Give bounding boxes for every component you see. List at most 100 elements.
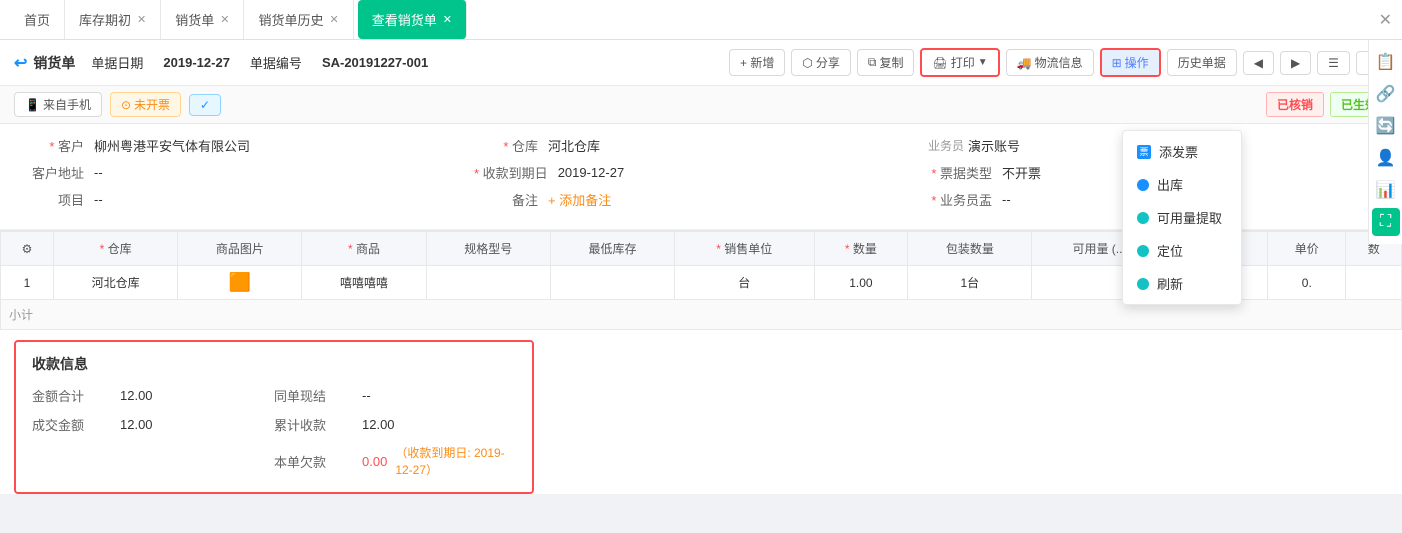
out-stock-dot xyxy=(1137,179,1149,191)
same-order-row: 同单现结 -- xyxy=(274,384,516,407)
prev-button[interactable]: ◀ xyxy=(1243,51,1274,75)
next-button[interactable]: ▶ xyxy=(1280,51,1311,75)
refresh-item[interactable]: 刷新 xyxy=(1123,267,1241,300)
locate-item[interactable]: 定位 xyxy=(1123,234,1241,267)
col-unit-price: 单价 xyxy=(1268,232,1346,266)
sidebar-icon-expand[interactable]: ⛶ xyxy=(1372,208,1400,236)
row-min-stock xyxy=(550,266,674,300)
tab-close-sales[interactable]: ✕ xyxy=(220,13,229,26)
add-button[interactable]: + 新增 xyxy=(729,49,785,76)
copy-icon: ⧉ xyxy=(868,55,877,70)
doc-number-label: 单据编号 xyxy=(250,53,302,72)
row-pack-qty: 1台 xyxy=(908,266,1032,300)
balance-label: 本单欠款 xyxy=(274,452,354,471)
operation-highlight-box: ⊞ 操作 xyxy=(1100,48,1161,77)
share-button[interactable]: ⬡ 分享 xyxy=(791,49,851,76)
locate-dot xyxy=(1137,245,1149,257)
payment-title: 收款信息 xyxy=(32,354,516,374)
sales-staff-label: 业务员盂 xyxy=(928,190,998,209)
tab-view-sales[interactable]: 查看销货单 ✕ xyxy=(358,0,467,39)
tab-inventory-init[interactable]: 库存期初 ✕ xyxy=(65,0,161,39)
customer-field: 客户 柳州粤港平安气体有限公司 xyxy=(20,136,474,155)
confirm-icon: ✓ xyxy=(200,98,210,112)
action-bar: 📱 来自手机 ⊙ 未开票 ✓ 已核销 已生效 xyxy=(0,86,1402,124)
address-field: 客户地址 -- xyxy=(20,163,474,182)
locate-label: 定位 xyxy=(1157,241,1183,260)
add-invoice-icon: 票 xyxy=(1137,145,1151,159)
print-button[interactable]: 🖨 打印 ▼ xyxy=(922,50,997,75)
history-button[interactable]: 历史单据 xyxy=(1167,49,1237,76)
due-hint: （收款到期日: 2019-12-27） xyxy=(395,444,516,478)
col-min-stock: 最低库存 xyxy=(550,232,674,266)
view-list-button[interactable]: ☰ xyxy=(1317,51,1350,75)
row-spec xyxy=(426,266,550,300)
available-qty-dot xyxy=(1137,212,1149,224)
row-warehouse: 河北仓库 xyxy=(54,266,178,300)
staff-label: 业务员 xyxy=(928,137,964,154)
doc-date-value: 2019-12-27 xyxy=(163,55,230,70)
sold-badge: 已核销 xyxy=(1266,92,1324,117)
col-product-img: 商品图片 xyxy=(178,232,302,266)
not-open-button[interactable]: ⊙ 未开票 xyxy=(110,92,181,117)
due-date-value: 2019-12-27 xyxy=(558,165,625,180)
same-order-value: -- xyxy=(362,388,371,403)
tab-bar: 首页 库存期初 ✕ 销货单 ✕ 销货单历史 ✕ 查看销货单 ✕ ✕ xyxy=(0,0,1402,40)
total-amount-row: 金额合计 12.00 xyxy=(32,384,274,407)
refresh-label: 刷新 xyxy=(1157,274,1183,293)
sidebar-icon-2[interactable]: 🔗 xyxy=(1372,80,1400,108)
sidebar-icon-3[interactable]: 🔄 xyxy=(1372,112,1400,140)
project-value: -- xyxy=(94,192,103,207)
due-date-label: 收款到期日 xyxy=(474,163,554,182)
due-date-field: 收款到期日 2019-12-27 xyxy=(474,163,928,182)
tab-close-history[interactable]: ✕ xyxy=(330,13,339,26)
col-quantity: 数量 xyxy=(814,232,908,266)
right-sidebar: 📋 🔗 🔄 👤 📊 ⛶ xyxy=(1368,40,1402,244)
copy-button[interactable]: ⧉ 复制 xyxy=(857,49,915,76)
available-qty-item[interactable]: 可用量提取 xyxy=(1123,201,1241,234)
row-unit-price: 0. xyxy=(1268,266,1346,300)
payment-section: 收款信息 金额合计 12.00 同单现结 -- 成交金额 12.00 累计收款 … xyxy=(14,340,534,494)
col-spec: 规格型号 xyxy=(426,232,550,266)
balance-row: 本单欠款 0.00 （收款到期日: 2019-12-27） xyxy=(274,442,516,480)
doc-actions: + 新增 ⬡ 分享 ⧉ 复制 🖨 打印 ▼ 🚚 物流信息 xyxy=(729,48,1388,77)
from-mobile-button[interactable]: 📱 来自手机 xyxy=(14,92,102,117)
address-label: 客户地址 xyxy=(20,163,90,182)
operation-button[interactable]: ⊞ 操作 xyxy=(1102,50,1159,75)
deal-amount-label: 成交金额 xyxy=(32,415,112,434)
deal-amount-value: 12.00 xyxy=(120,417,153,432)
customer-label: 客户 xyxy=(20,136,90,155)
tab-sales-history[interactable]: 销货单历史 ✕ xyxy=(244,0,353,39)
col-warehouse: 仓库 xyxy=(54,232,178,266)
sidebar-icon-4[interactable]: 👤 xyxy=(1372,144,1400,172)
row-product: 嘻嘻嘻嘻 xyxy=(302,266,426,300)
tab-close-inventory[interactable]: ✕ xyxy=(137,13,146,26)
deal-amount-row: 成交金额 12.00 xyxy=(32,413,274,436)
tab-close-view[interactable]: ✕ xyxy=(443,13,452,26)
ticket-type-value: 不开票 xyxy=(1002,163,1041,182)
row-num: 1 xyxy=(1,266,54,300)
mobile-icon: 📱 xyxy=(25,98,40,112)
add-note-btn[interactable]: + 添加备注 xyxy=(548,190,611,209)
logistics-icon: 🚚 xyxy=(1017,56,1032,70)
cumulative-row: 累计收款 12.00 xyxy=(274,413,516,436)
confirm-icon-area[interactable]: ✓ xyxy=(189,94,221,116)
doc-header: ↩ 销货单 单据日期 2019-12-27 单据编号 SA-20191227-0… xyxy=(0,40,1402,86)
tab-bar-close[interactable]: ✕ xyxy=(1379,10,1392,30)
print-icon: 🖨 xyxy=(932,56,947,70)
project-field: 项目 -- xyxy=(20,190,474,209)
project-label: 项目 xyxy=(20,190,90,209)
total-value: 12.00 xyxy=(120,388,153,403)
balance-value: 0.00 xyxy=(362,454,387,469)
add-invoice-item[interactable]: 票 添发票 xyxy=(1123,135,1241,168)
sidebar-icon-1[interactable]: 📋 xyxy=(1372,48,1400,76)
doc-meta: 单据日期 2019-12-27 单据编号 SA-20191227-001 xyxy=(91,53,428,72)
sidebar-icon-5[interactable]: 📊 xyxy=(1372,176,1400,204)
logistics-button[interactable]: 🚚 物流信息 xyxy=(1006,49,1094,76)
tab-home[interactable]: 首页 xyxy=(10,0,65,39)
warehouse-value: 河北仓库 xyxy=(548,136,600,155)
warehouse-label: 仓库 xyxy=(474,136,544,155)
add-invoice-label: 添发票 xyxy=(1159,142,1198,161)
share-icon: ⬡ xyxy=(802,56,812,70)
tab-sales-order[interactable]: 销货单 ✕ xyxy=(161,0,244,39)
out-stock-item[interactable]: 出库 xyxy=(1123,168,1241,201)
